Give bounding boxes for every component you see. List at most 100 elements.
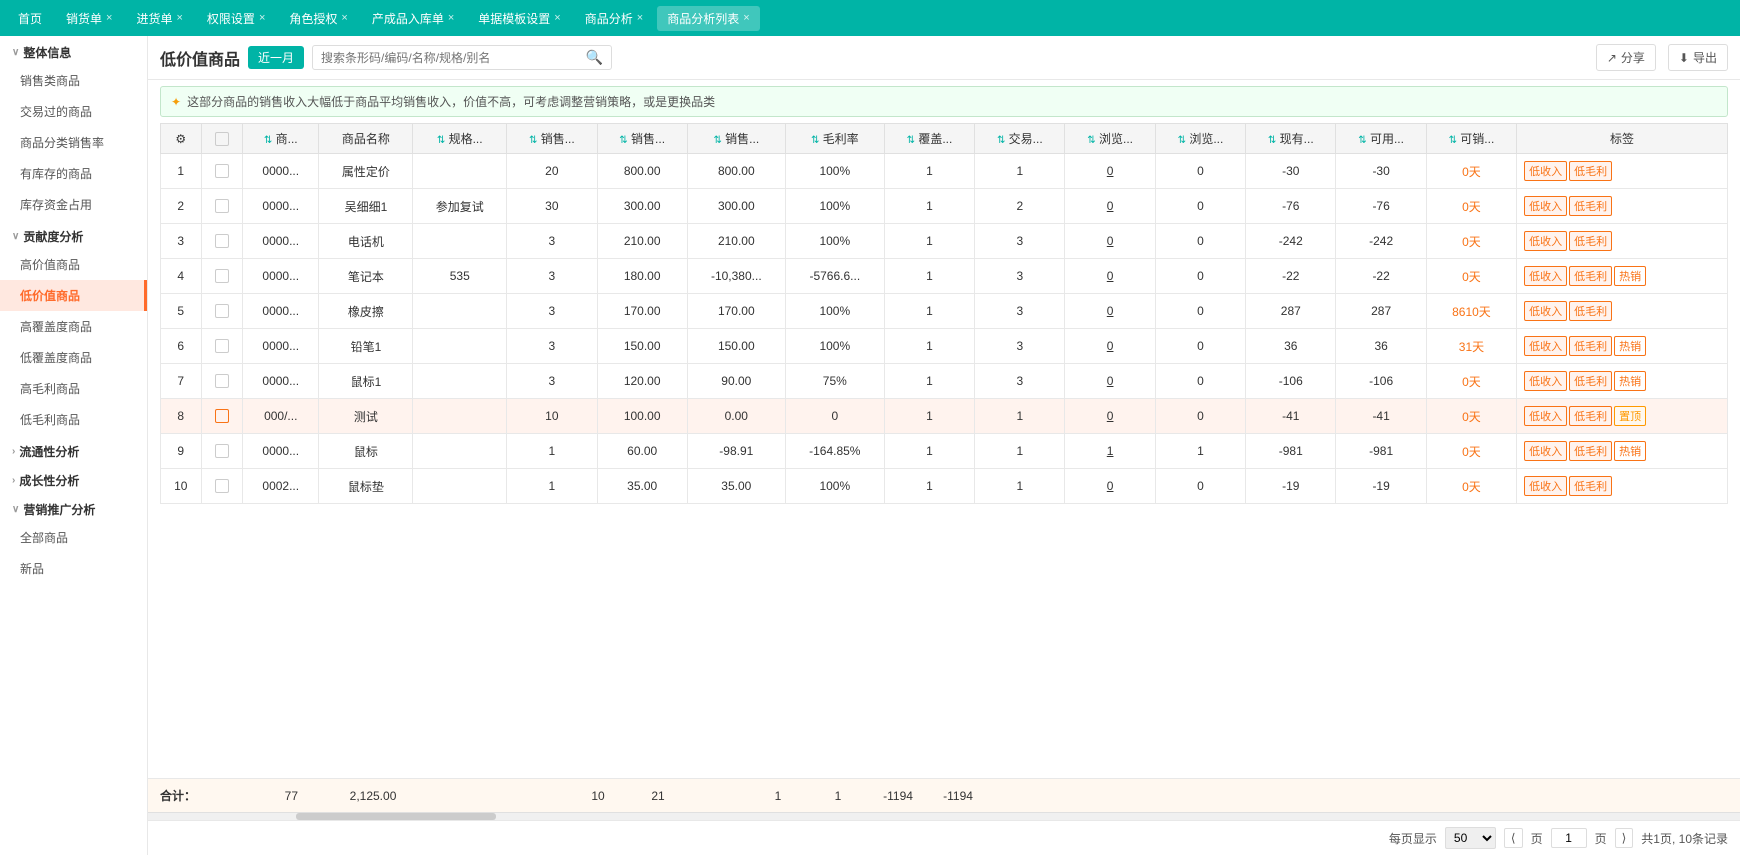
row-checkbox[interactable] bbox=[201, 154, 243, 189]
chevron-down-icon[interactable]: ∨ bbox=[12, 504, 19, 515]
sidebar-item-high-coverage[interactable]: 高覆盖度商品 bbox=[0, 311, 147, 342]
nav-sales-order[interactable]: 销货单 × bbox=[56, 6, 122, 31]
search-input[interactable] bbox=[321, 51, 582, 65]
row-current: 287 bbox=[1246, 294, 1336, 329]
sidebar-item-high-margin[interactable]: 高毛利商品 bbox=[0, 373, 147, 404]
col-sales-amount: ⇅ 销售... bbox=[597, 124, 687, 154]
sidebar-item-low-value[interactable]: 低价值商品 bbox=[0, 280, 147, 311]
row-browse1[interactable]: 0 bbox=[1065, 364, 1155, 399]
row-checkbox[interactable] bbox=[201, 329, 243, 364]
row-checkbox[interactable] bbox=[201, 469, 243, 504]
nav-purchase[interactable]: 进货单 × bbox=[126, 6, 192, 31]
page-size-select[interactable]: 50 20 100 bbox=[1445, 827, 1496, 849]
footer-coverage: 10 bbox=[568, 789, 628, 803]
row-coverage: 1 bbox=[884, 399, 974, 434]
row-browse1[interactable]: 1 bbox=[1065, 434, 1155, 469]
row-num: 3 bbox=[161, 224, 202, 259]
close-icon[interactable]: × bbox=[743, 12, 749, 24]
nav-product-analysis-list[interactable]: 商品分析列表 × bbox=[657, 6, 759, 31]
settings-icon[interactable]: ⚙ bbox=[175, 132, 186, 146]
row-checkbox[interactable] bbox=[201, 294, 243, 329]
row-browse1[interactable]: 0 bbox=[1065, 469, 1155, 504]
sidebar-group-circulation[interactable]: › 流通性分析 bbox=[0, 435, 147, 464]
row-browse1[interactable]: 0 bbox=[1065, 189, 1155, 224]
col-checkbox[interactable] bbox=[201, 124, 243, 154]
sidebar-item-traded-products[interactable]: 交易过的商品 bbox=[0, 96, 147, 127]
close-icon[interactable]: × bbox=[106, 12, 112, 24]
row-checkbox[interactable] bbox=[201, 399, 243, 434]
table-row: 100002...鼠标垫135.0035.00100%1100-19-190天低… bbox=[161, 469, 1728, 504]
nav-home[interactable]: 首页 bbox=[8, 6, 52, 31]
next-page-button[interactable]: ⟩ bbox=[1615, 828, 1634, 848]
nav-production[interactable]: 产成品入库单 × bbox=[362, 6, 464, 31]
close-icon[interactable]: × bbox=[259, 12, 265, 24]
sidebar-group-marketing[interactable]: ∨ 营销推广分析 bbox=[0, 493, 147, 522]
row-name: 吴细细1 bbox=[319, 189, 413, 224]
row-saleable: 0天 bbox=[1426, 189, 1516, 224]
row-checkbox[interactable] bbox=[201, 259, 243, 294]
row-browse1[interactable]: 0 bbox=[1065, 329, 1155, 364]
notice-bar: ✦ 这部分商品的销售收入大幅低于商品平均销售收入，价值不高，可考虑调整营销策略，… bbox=[160, 86, 1728, 117]
data-table: ⚙ ⇅ 商... 商品名称 ⇅ 规格... ⇅ 销售... ⇅ 销售... ⇅ … bbox=[160, 123, 1728, 504]
row-sales-amount: 100.00 bbox=[597, 399, 687, 434]
nav-roles[interactable]: 角色授权 × bbox=[279, 6, 357, 31]
sidebar-group-contribution[interactable]: ∨ 贡献度分析 bbox=[0, 220, 147, 249]
first-page-button[interactable]: ⟨ bbox=[1504, 828, 1523, 848]
row-browse1[interactable]: 0 bbox=[1065, 154, 1155, 189]
sidebar-item-low-coverage[interactable]: 低覆盖度商品 bbox=[0, 342, 147, 373]
row-browse1[interactable]: 0 bbox=[1065, 224, 1155, 259]
chevron-down-icon[interactable]: ∨ bbox=[12, 231, 19, 242]
row-browse1[interactable]: 0 bbox=[1065, 294, 1155, 329]
search-icon: 🔍 bbox=[586, 49, 603, 66]
share-button[interactable]: ↗ 分享 bbox=[1596, 44, 1656, 71]
sidebar-item-category-sales-rate[interactable]: 商品分类销售率 bbox=[0, 127, 147, 158]
row-num: 1 bbox=[161, 154, 202, 189]
sidebar-item-stock-capital[interactable]: 库存资金占用 bbox=[0, 189, 147, 220]
row-sales-amount: 300.00 bbox=[597, 189, 687, 224]
row-checkbox[interactable] bbox=[201, 364, 243, 399]
sidebar-group-overall[interactable]: ∨ 整体信息 bbox=[0, 36, 147, 65]
row-name: 属性定价 bbox=[319, 154, 413, 189]
row-trade: 1 bbox=[975, 154, 1065, 189]
row-spec bbox=[413, 224, 507, 259]
sidebar-item-sales-products[interactable]: 销售类商品 bbox=[0, 65, 147, 96]
chevron-right-icon[interactable]: › bbox=[12, 475, 15, 486]
sidebar-group-growth[interactable]: › 成长性分析 bbox=[0, 464, 147, 493]
close-icon[interactable]: × bbox=[554, 12, 560, 24]
col-settings[interactable]: ⚙ bbox=[161, 124, 202, 154]
nav-product-analysis[interactable]: 商品分析 × bbox=[575, 6, 653, 31]
chevron-right-icon[interactable]: › bbox=[12, 446, 15, 457]
row-tags: 低收入低毛利 bbox=[1517, 294, 1728, 329]
row-checkbox[interactable] bbox=[201, 434, 243, 469]
sidebar-item-low-margin[interactable]: 低毛利商品 bbox=[0, 404, 147, 435]
row-num: 10 bbox=[161, 469, 202, 504]
sidebar-item-high-value[interactable]: 高价值商品 bbox=[0, 249, 147, 280]
time-filter-button[interactable]: 近一月 bbox=[248, 46, 304, 69]
close-icon[interactable]: × bbox=[637, 12, 643, 24]
page-label: 页 bbox=[1531, 830, 1543, 847]
sidebar-item-new-products[interactable]: 新品 bbox=[0, 553, 147, 584]
horizontal-scrollbar[interactable] bbox=[148, 812, 1740, 820]
chevron-down-icon[interactable]: ∨ bbox=[12, 47, 19, 58]
close-icon[interactable]: × bbox=[448, 12, 454, 24]
scroll-thumb[interactable] bbox=[296, 813, 496, 820]
close-icon[interactable]: × bbox=[341, 12, 347, 24]
row-checkbox[interactable] bbox=[201, 189, 243, 224]
page-number-input[interactable] bbox=[1551, 828, 1587, 848]
row-available: -22 bbox=[1336, 259, 1426, 294]
row-tags: 低收入低毛利 bbox=[1517, 469, 1728, 504]
row-name: 鼠标 bbox=[319, 434, 413, 469]
row-name: 鼠标1 bbox=[319, 364, 413, 399]
row-trade: 3 bbox=[975, 364, 1065, 399]
sidebar-item-all-products[interactable]: 全部商品 bbox=[0, 522, 147, 553]
sidebar-item-stock-products[interactable]: 有库存的商品 bbox=[0, 158, 147, 189]
row-checkbox[interactable] bbox=[201, 224, 243, 259]
row-browse1[interactable]: 0 bbox=[1065, 399, 1155, 434]
close-icon[interactable]: × bbox=[176, 12, 182, 24]
row-name: 鼠标垫 bbox=[319, 469, 413, 504]
select-all-checkbox[interactable] bbox=[215, 132, 229, 146]
nav-permissions[interactable]: 权限设置 × bbox=[197, 6, 275, 31]
nav-template[interactable]: 单据模板设置 × bbox=[468, 6, 570, 31]
export-button[interactable]: ⬇ 导出 bbox=[1668, 44, 1728, 71]
row-browse1[interactable]: 0 bbox=[1065, 259, 1155, 294]
